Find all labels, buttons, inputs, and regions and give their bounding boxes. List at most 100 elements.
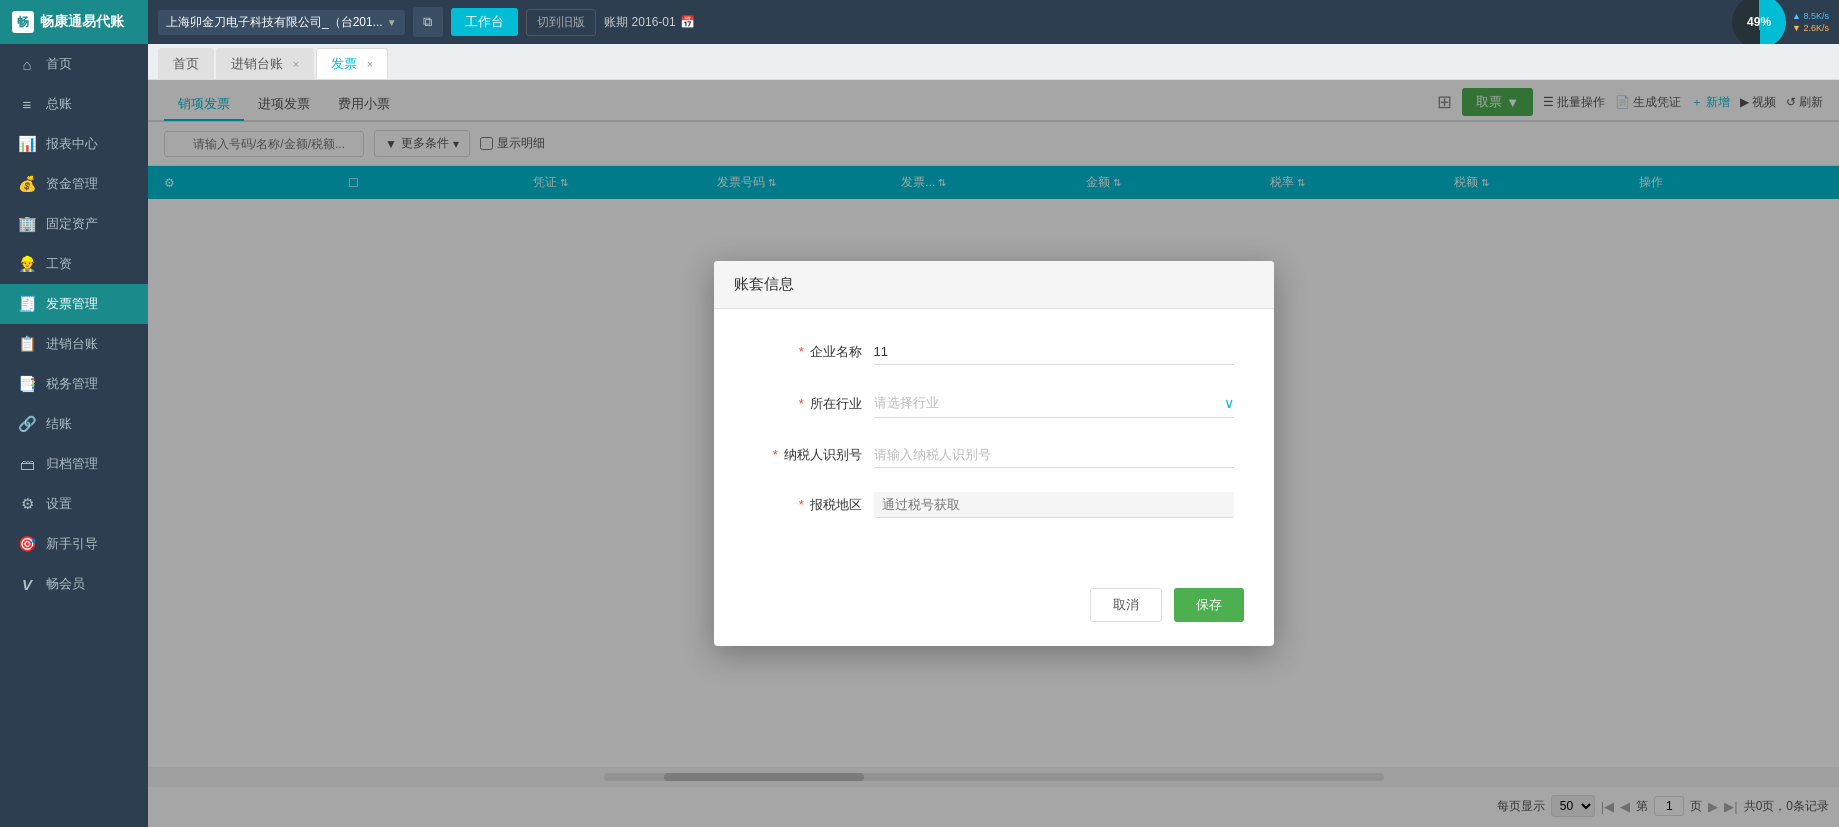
archive-icon: 🗃 bbox=[18, 456, 36, 473]
tab-home-label: 首页 bbox=[173, 56, 199, 71]
app-logo: 畅 畅康通易代账 bbox=[0, 0, 148, 44]
sidebar-item-label: 归档管理 bbox=[46, 455, 98, 473]
download-speed: ▼ 2.6K/s bbox=[1792, 23, 1829, 33]
cancel-button[interactable]: 取消 bbox=[1090, 588, 1162, 622]
calendar-icon[interactable]: 📅 bbox=[680, 15, 695, 29]
required-star: * bbox=[799, 396, 804, 411]
network-indicator: 49% ▲ 8.5K/s ▼ 2.6K/s bbox=[1732, 0, 1829, 49]
company-name-row: * 企业名称 bbox=[754, 339, 1234, 365]
industry-label: 所在行业 bbox=[810, 396, 862, 411]
period-display: 账期 2016-01 📅 bbox=[604, 14, 695, 31]
industry-chevron-down-icon[interactable]: ∨ bbox=[1224, 395, 1234, 411]
tab-invoice[interactable]: 发票 × bbox=[316, 48, 388, 79]
tab-home[interactable]: 首页 bbox=[158, 48, 214, 79]
industry-placeholder: 请选择行业 bbox=[874, 394, 1224, 412]
sidebar-item-funds[interactable]: 💰 资金管理 bbox=[0, 164, 148, 204]
tax-region-row: * 报税地区 bbox=[754, 492, 1234, 518]
page-tabs: 首页 进销台账 × 发票 × bbox=[148, 44, 1839, 80]
tax-id-label-wrap: * 纳税人识别号 bbox=[754, 446, 874, 464]
modal-title: 账套信息 bbox=[734, 275, 794, 292]
sidebar-item-label: 资金管理 bbox=[46, 175, 98, 193]
sidebar-item-salary[interactable]: 👷 工资 bbox=[0, 244, 148, 284]
funds-icon: 💰 bbox=[18, 175, 36, 193]
company-name-input[interactable] bbox=[874, 339, 1234, 365]
company-name-label: 企业名称 bbox=[810, 344, 862, 359]
network-percent: 49% bbox=[1747, 15, 1771, 29]
home-icon: ⌂ bbox=[18, 56, 36, 73]
tab-sales-ledger-label: 进销台账 bbox=[231, 56, 283, 71]
sidebar-item-label: 进销台账 bbox=[46, 335, 98, 353]
account-info-modal: 账套信息 * 企业名称 * 所在行业 bbox=[714, 261, 1274, 646]
period-value: 2016-01 bbox=[632, 15, 676, 29]
company-name: 上海卯金刀电子科技有限公司_（台201... bbox=[166, 14, 383, 31]
sidebar-item-label: 固定资产 bbox=[46, 215, 98, 233]
company-selector[interactable]: 上海卯金刀电子科技有限公司_（台201... ▼ bbox=[158, 10, 405, 35]
sidebar: 畅 畅康通易代账 ⌂ 首页 ≡ 总账 📊 报表中心 💰 资金管理 🏢 固定资产 … bbox=[0, 0, 148, 827]
industry-row: * 所在行业 请选择行业 ∨ bbox=[754, 389, 1234, 418]
sidebar-nav: ⌂ 首页 ≡ 总账 📊 报表中心 💰 资金管理 🏢 固定资产 👷 工资 🧾 发票… bbox=[0, 44, 148, 827]
required-star: * bbox=[799, 497, 804, 512]
upload-speed: ▲ 8.5K/s bbox=[1792, 11, 1829, 21]
modal-body: * 企业名称 * 所在行业 请选择行业 ∨ bbox=[714, 309, 1274, 572]
sidebar-item-vip[interactable]: V 畅会员 bbox=[0, 564, 148, 604]
modal-footer: 取消 保存 bbox=[714, 572, 1274, 646]
invoice-mgmt-icon: 🧾 bbox=[18, 295, 36, 313]
sales-ledger-icon: 📋 bbox=[18, 335, 36, 353]
sidebar-item-label: 税务管理 bbox=[46, 375, 98, 393]
period-label: 账期 bbox=[604, 14, 628, 31]
sidebar-item-ledger[interactable]: ≡ 总账 bbox=[0, 84, 148, 124]
modal-overlay: 账套信息 * 企业名称 * 所在行业 bbox=[148, 80, 1839, 827]
save-button[interactable]: 保存 bbox=[1174, 588, 1244, 622]
sidebar-item-label: 发票管理 bbox=[46, 295, 98, 313]
sidebar-item-reports[interactable]: 📊 报表中心 bbox=[0, 124, 148, 164]
workbench-button[interactable]: 工作台 bbox=[451, 8, 518, 36]
content-area: 销项发票 进项发票 费用小票 ⊞ 取票 ▼ ☰ 批量操作 📄 bbox=[148, 80, 1839, 827]
reports-icon: 📊 bbox=[18, 135, 36, 153]
sidebar-item-label: 新手引导 bbox=[46, 535, 98, 553]
close-accounts-icon: 🔗 bbox=[18, 415, 36, 433]
sidebar-item-label: 设置 bbox=[46, 495, 72, 513]
logo-icon: 畅 bbox=[12, 11, 34, 33]
sidebar-item-label: 报表中心 bbox=[46, 135, 98, 153]
industry-select[interactable]: 请选择行业 ∨ bbox=[874, 389, 1234, 418]
modal-header: 账套信息 bbox=[714, 261, 1274, 309]
tax-region-label-wrap: * 报税地区 bbox=[754, 496, 874, 514]
settings-icon: ⚙ bbox=[18, 495, 36, 513]
tax-region-input bbox=[874, 492, 1234, 518]
tax-id-input[interactable] bbox=[874, 442, 1234, 468]
net-speeds: ▲ 8.5K/s ▼ 2.6K/s bbox=[1792, 11, 1829, 33]
copy-icon[interactable]: ⧉ bbox=[413, 7, 443, 37]
vip-icon: V bbox=[18, 576, 36, 593]
sidebar-item-assets[interactable]: 🏢 固定资产 bbox=[0, 204, 148, 244]
topbar: 上海卯金刀电子科技有限公司_（台201... ▼ ⧉ 工作台 切到旧版 账期 2… bbox=[148, 0, 1839, 44]
tax-id-row: * 纳税人识别号 bbox=[754, 442, 1234, 468]
ledger-icon: ≡ bbox=[18, 96, 36, 113]
guide-icon: 🎯 bbox=[18, 535, 36, 553]
close-tab-sales-icon[interactable]: × bbox=[293, 58, 299, 70]
required-star: * bbox=[799, 344, 804, 359]
close-tab-invoice-icon[interactable]: × bbox=[367, 58, 373, 70]
salary-icon: 👷 bbox=[18, 255, 36, 273]
sidebar-item-invoice-mgmt[interactable]: 🧾 发票管理 bbox=[0, 284, 148, 324]
required-star: * bbox=[773, 447, 778, 462]
sidebar-item-guide[interactable]: 🎯 新手引导 bbox=[0, 524, 148, 564]
switch-old-button[interactable]: 切到旧版 bbox=[526, 9, 596, 36]
assets-icon: 🏢 bbox=[18, 215, 36, 233]
app-name: 畅康通易代账 bbox=[40, 13, 124, 31]
sidebar-item-label: 结账 bbox=[46, 415, 72, 433]
industry-label-wrap: * 所在行业 bbox=[754, 395, 874, 413]
tax-id-label: 纳税人识别号 bbox=[784, 447, 862, 462]
main-area: 上海卯金刀电子科技有限公司_（台201... ▼ ⧉ 工作台 切到旧版 账期 2… bbox=[148, 0, 1839, 827]
sidebar-item-label: 总账 bbox=[46, 95, 72, 113]
sidebar-item-tax[interactable]: 📑 税务管理 bbox=[0, 364, 148, 404]
sidebar-item-label: 工资 bbox=[46, 255, 72, 273]
sidebar-item-close[interactable]: 🔗 结账 bbox=[0, 404, 148, 444]
sidebar-item-home[interactable]: ⌂ 首页 bbox=[0, 44, 148, 84]
tab-invoice-label: 发票 bbox=[331, 56, 357, 71]
sidebar-item-archive[interactable]: 🗃 归档管理 bbox=[0, 444, 148, 484]
sidebar-item-settings[interactable]: ⚙ 设置 bbox=[0, 484, 148, 524]
sidebar-item-sales-ledger[interactable]: 📋 进销台账 bbox=[0, 324, 148, 364]
company-name-label-wrap: * 企业名称 bbox=[754, 343, 874, 361]
company-chevron-icon: ▼ bbox=[387, 17, 397, 28]
tab-sales-ledger[interactable]: 进销台账 × bbox=[216, 48, 314, 79]
